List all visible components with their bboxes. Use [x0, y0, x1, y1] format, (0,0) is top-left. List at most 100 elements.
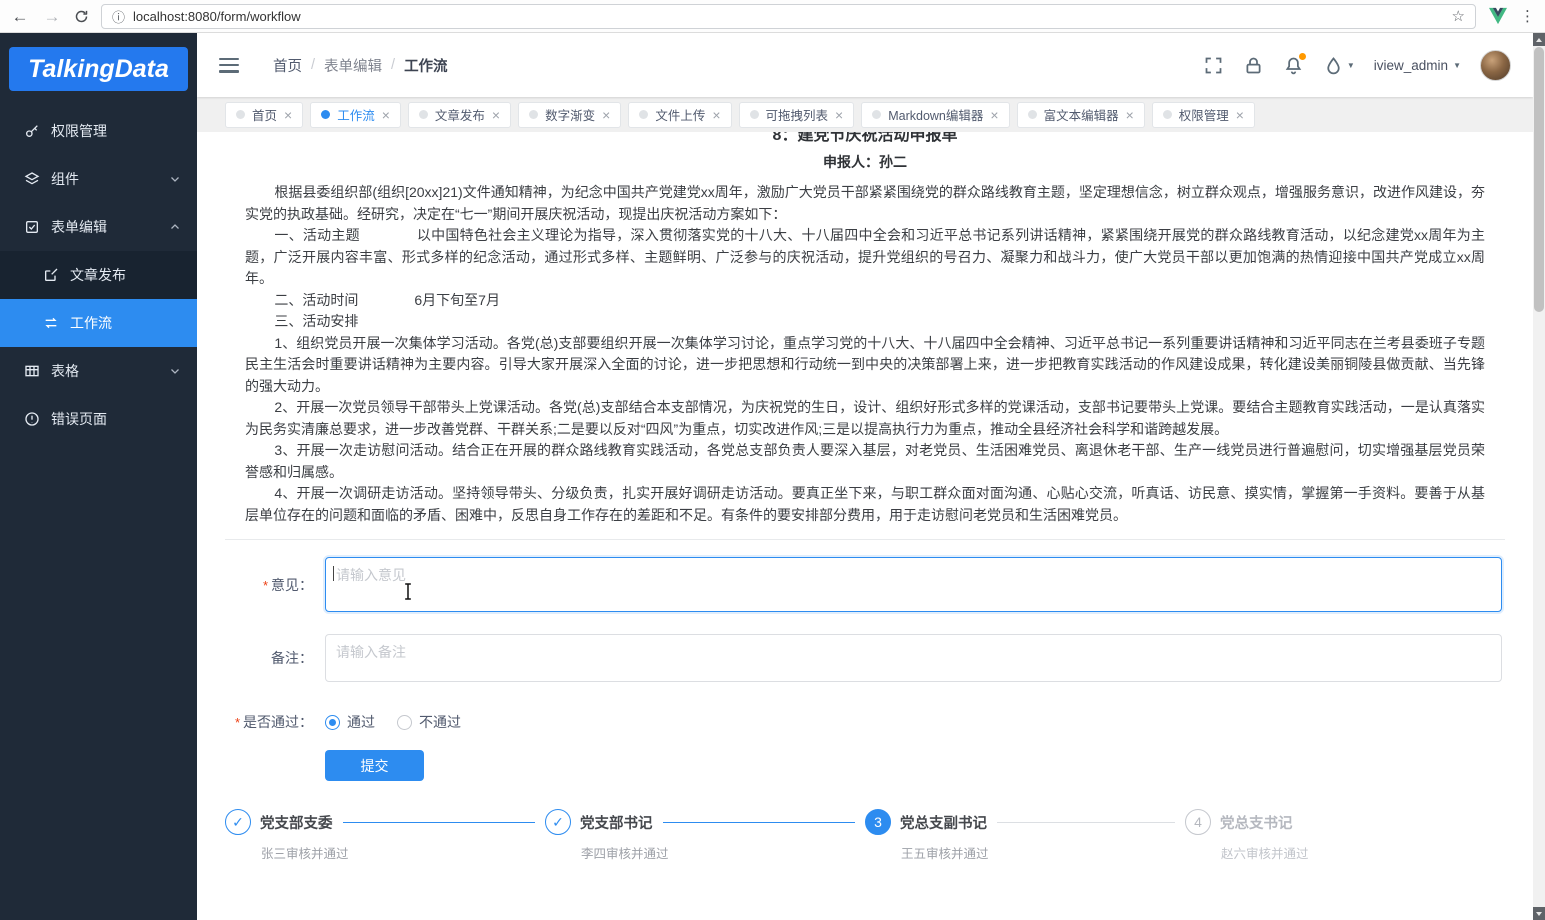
- required-mark: *: [262, 577, 268, 593]
- sidebar-item-error-pages[interactable]: 错误页面: [0, 395, 197, 443]
- browser-menu-icon[interactable]: ⋮: [1520, 7, 1535, 25]
- close-icon[interactable]: ×: [712, 108, 720, 122]
- tab-draggable-list[interactable]: 可拖拽列表 ×: [738, 101, 855, 128]
- divider: [225, 539, 1505, 540]
- url-text[interactable]: localhost:8080/form/workflow: [133, 9, 1444, 24]
- close-icon[interactable]: ×: [835, 108, 843, 122]
- address-bar[interactable]: ⓘ localhost:8080/form/workflow ☆: [101, 3, 1476, 29]
- sidebar-item-article-publish[interactable]: 文章发布: [0, 251, 197, 299]
- tab-label: Markdown编辑器: [888, 109, 984, 123]
- sidebar-item-label: 文章发布: [70, 267, 126, 283]
- tab-workflow[interactable]: 工作流 ×: [310, 101, 401, 128]
- tab-number-gradient[interactable]: 数字渐变 ×: [518, 101, 622, 128]
- chevron-up-icon: [171, 224, 179, 229]
- alert-circle-icon: [25, 412, 39, 426]
- bookmark-star-icon[interactable]: ☆: [1452, 7, 1465, 25]
- tab-label: 文件上传: [655, 109, 706, 123]
- close-icon[interactable]: ×: [1236, 108, 1244, 122]
- breadcrumb-form-edit: 表单编辑: [324, 58, 383, 75]
- scroll-down-icon: [1536, 911, 1542, 916]
- breadcrumb-separator: /: [311, 57, 316, 73]
- close-icon[interactable]: ×: [382, 108, 390, 122]
- notification-badge: [1298, 52, 1306, 60]
- close-icon[interactable]: ×: [284, 108, 292, 122]
- radio-unselected-icon: [397, 714, 412, 730]
- language-dropdown[interactable]: ▼: [1323, 55, 1355, 76]
- tab-home[interactable]: 首页 ×: [225, 101, 304, 128]
- close-icon[interactable]: ×: [492, 108, 500, 122]
- tab-richtext-editor[interactable]: 富文本编辑器 ×: [1016, 101, 1145, 128]
- radio-pass[interactable]: 通过: [325, 712, 375, 732]
- paragraph: 三、活动安排: [274, 313, 359, 329]
- top-header: 首页 / 表单编辑 / 工作流 ▼ iview_admin ▼: [197, 33, 1533, 97]
- scrollbar-thumb[interactable]: [1534, 47, 1544, 312]
- sidebar-item-permission[interactable]: 权限管理: [0, 107, 197, 155]
- breadcrumb: 首页 / 表单编辑 / 工作流: [273, 55, 448, 76]
- step-connector: [997, 821, 1175, 823]
- sidebar-item-label: 表格: [51, 363, 79, 379]
- opinion-textarea[interactable]: [325, 557, 1502, 612]
- radio-fail[interactable]: 不通过: [397, 712, 461, 732]
- sidebar-item-workflow[interactable]: 工作流: [0, 299, 197, 347]
- tab-dot: [749, 110, 759, 119]
- close-icon[interactable]: ×: [602, 108, 610, 122]
- sidebar-item-tables[interactable]: 表格: [0, 347, 197, 395]
- tab-markdown-editor[interactable]: Markdown编辑器 ×: [861, 101, 1010, 128]
- tab-dot: [529, 110, 539, 119]
- page-scrollbar[interactable]: [1533, 33, 1545, 920]
- step-description: 李四审核并通过: [581, 847, 669, 861]
- tab-permission[interactable]: 权限管理 ×: [1151, 101, 1255, 128]
- chevron-down-icon: [171, 177, 179, 182]
- remark-textarea[interactable]: [325, 634, 1502, 682]
- collapse-menu-button[interactable]: [219, 57, 239, 73]
- tab-article-publish[interactable]: 文章发布 ×: [407, 101, 512, 128]
- paragraph: 二、活动时间 6月下旬至7月: [274, 291, 500, 308]
- close-icon[interactable]: ×: [990, 108, 998, 122]
- lock-icon[interactable]: [1243, 55, 1264, 76]
- radio-selected-icon: [325, 714, 340, 730]
- tab-dot: [872, 110, 882, 119]
- step-number: 3: [865, 809, 891, 835]
- step-4: 4 党总支书记 赵六审核并通过: [1185, 809, 1505, 862]
- scroll-up-icon: [1536, 37, 1542, 42]
- radio-label: 不通过: [419, 714, 461, 730]
- close-icon[interactable]: ×: [1126, 108, 1134, 122]
- tab-file-upload[interactable]: 文件上传 ×: [628, 101, 732, 128]
- checkbox-icon: [26, 221, 38, 233]
- caret-down-icon: ▼: [1346, 60, 1355, 70]
- forward-icon[interactable]: →: [42, 8, 62, 25]
- ink-drop-icon: [1323, 55, 1344, 76]
- notification-bell-icon[interactable]: [1283, 52, 1306, 76]
- table-icon: [25, 365, 39, 377]
- avatar[interactable]: [1480, 49, 1511, 81]
- scroll-down-button[interactable]: [1533, 907, 1545, 920]
- tab-dot: [1162, 110, 1172, 119]
- user-dropdown[interactable]: iview_admin ▼: [1374, 58, 1461, 73]
- step-connector: [342, 821, 535, 823]
- page-info-icon[interactable]: ⓘ: [112, 7, 125, 26]
- scroll-up-button[interactable]: [1533, 33, 1545, 46]
- app-logo[interactable]: TalkingData: [9, 47, 188, 91]
- sidebar-item-label: 表单编辑: [51, 219, 107, 235]
- tab-label: 工作流: [337, 109, 375, 123]
- pass-form-row: * 是否通过： 通过 不通过: [225, 712, 1505, 732]
- sidebar-item-label: 工作流: [70, 315, 112, 331]
- fullscreen-icon[interactable]: [1203, 55, 1224, 76]
- submit-button[interactable]: 提交: [325, 750, 424, 781]
- tab-dot: [418, 110, 428, 119]
- layers-icon: [24, 172, 40, 185]
- step-description: 赵六审核并通过: [1221, 847, 1309, 861]
- sidebar-item-form-edit[interactable]: 表单编辑: [0, 203, 197, 251]
- vue-devtools-icon[interactable]: [1488, 7, 1508, 25]
- sidebar: TalkingData 权限管理 组件 表单编辑 文章发布 工作流 表格 错误页…: [0, 33, 197, 920]
- tab-dot: [1027, 110, 1037, 119]
- step-title: 党总支书记: [1220, 815, 1293, 832]
- text-caret: [333, 566, 334, 581]
- browser-chrome: ← → ⓘ localhost:8080/form/workflow ☆ ⋮: [0, 0, 1545, 33]
- refresh-icon[interactable]: [74, 9, 89, 24]
- back-icon[interactable]: ←: [10, 8, 30, 25]
- tab-label: 文章发布: [434, 109, 485, 123]
- breadcrumb-home[interactable]: 首页: [273, 55, 302, 76]
- sidebar-item-components[interactable]: 组件: [0, 155, 197, 203]
- approval-steps: ✓ 党支部支委 张三审核并通过 ✓ 党支部书记 李四审核并通过 3 党总支副书记…: [225, 809, 1505, 862]
